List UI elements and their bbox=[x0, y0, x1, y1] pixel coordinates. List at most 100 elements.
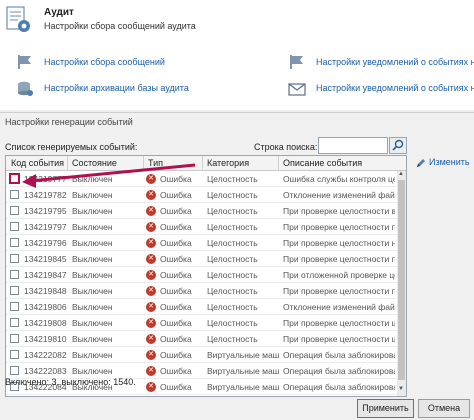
event-type: Ошибка bbox=[160, 190, 192, 200]
row-checkbox[interactable] bbox=[10, 190, 19, 199]
event-notifications-link-1[interactable]: Настройки уведомлений о событиях на bbox=[316, 57, 474, 67]
table-row[interactable]: 134219845 Выключен ✕ Ошибка Целостность При п… bbox=[6, 251, 397, 267]
column-header-category[interactable]: Категория bbox=[207, 158, 249, 168]
event-description: Операция была заблокирова bbox=[283, 350, 395, 360]
event-category: Целостность bbox=[207, 286, 258, 296]
event-type: Ошибка bbox=[160, 270, 192, 280]
event-type: Ошибка bbox=[160, 206, 192, 216]
vertical-scrollbar[interactable]: ▲ ▼ bbox=[397, 171, 406, 396]
event-state: Выключен bbox=[72, 318, 113, 328]
row-checkbox[interactable] bbox=[10, 222, 19, 231]
event-description: При проверке целостности ша bbox=[283, 318, 395, 328]
event-description: При отложенной проверке це bbox=[283, 270, 395, 280]
event-description: Отклонение изменений файла %1 bbox=[283, 190, 395, 200]
events-table: Код события Состояние Тип Категория Опис… bbox=[5, 155, 407, 397]
audit-panel: Аудит Настройки сбора сообщений аудита Н… bbox=[0, 0, 474, 110]
error-icon: ✕ bbox=[146, 206, 156, 216]
error-icon: ✕ bbox=[146, 302, 156, 312]
dialog-title: Настройки генерации событий bbox=[5, 117, 133, 127]
edit-button[interactable]: Изменить bbox=[415, 157, 470, 171]
event-state: Выключен bbox=[72, 222, 113, 232]
archive-settings-link[interactable]: Настройки архивации базы аудита bbox=[44, 83, 189, 93]
event-code: 134219845 bbox=[24, 254, 67, 264]
event-category: Целостность bbox=[207, 174, 258, 184]
collection-settings-link[interactable]: Настройки сбора сообщений bbox=[44, 57, 165, 67]
error-icon: ✕ bbox=[146, 254, 156, 264]
table-row[interactable]: 134219810 Выключен ✕ Ошибка Целостность При п… bbox=[6, 331, 397, 347]
mail-icon bbox=[288, 83, 306, 96]
event-description: Операция была заблокирова bbox=[283, 366, 395, 376]
row-checkbox[interactable] bbox=[10, 318, 19, 327]
table-row[interactable]: 134219806 Выключен ✕ Ошибка Целостность Откло… bbox=[6, 299, 397, 315]
event-category: Виртуальные машины bbox=[207, 350, 279, 360]
event-code: 134219795 bbox=[24, 206, 67, 216]
pencil-icon bbox=[417, 159, 425, 167]
event-list-label: Список генерируемых событий: bbox=[5, 142, 138, 152]
row-checkbox[interactable] bbox=[10, 334, 19, 343]
event-state: Выключен bbox=[72, 334, 113, 344]
error-icon: ✕ bbox=[146, 270, 156, 280]
error-icon: ✕ bbox=[146, 190, 156, 200]
event-category: Целостность bbox=[207, 238, 258, 248]
notification-flag-icon bbox=[290, 55, 303, 69]
event-description: Отклонение изменений файла bbox=[283, 302, 395, 312]
search-button[interactable] bbox=[389, 137, 407, 154]
event-type: Ошибка bbox=[160, 334, 192, 344]
event-type: Ошибка bbox=[160, 254, 192, 264]
event-category: Целостность bbox=[207, 222, 258, 232]
table-row[interactable]: 134219847 Выключен ✕ Ошибка Целостность При о… bbox=[6, 267, 397, 283]
row-checkbox[interactable] bbox=[10, 270, 19, 279]
event-code: 134219810 bbox=[24, 334, 67, 344]
event-code: 134219806 bbox=[24, 302, 67, 312]
event-state: Выключен bbox=[72, 302, 113, 312]
page-subtitle: Настройки сбора сообщений аудита bbox=[44, 21, 196, 31]
event-description: Ошибка службы контроля це bbox=[283, 174, 395, 184]
event-description: При проверке целостности ша bbox=[283, 334, 395, 344]
cancel-button[interactable]: Отмена bbox=[418, 399, 470, 418]
row-checkbox[interactable] bbox=[10, 238, 19, 247]
event-category: Целостность bbox=[207, 270, 258, 280]
event-type: Ошибка bbox=[160, 366, 192, 376]
event-code: 134219796 bbox=[24, 238, 67, 248]
event-state: Выключен bbox=[72, 238, 113, 248]
event-description: При проверке целостности пр bbox=[283, 286, 395, 296]
audit-gear-icon bbox=[6, 6, 30, 32]
event-state: Выключен bbox=[72, 254, 113, 264]
error-icon: ✕ bbox=[146, 286, 156, 296]
event-description: При проверке целостности пр bbox=[283, 254, 395, 264]
event-type: Ошибка bbox=[160, 382, 192, 392]
event-type: Ошибка bbox=[160, 318, 192, 328]
event-type: Ошибка bbox=[160, 350, 192, 360]
row-checkbox[interactable] bbox=[10, 366, 19, 375]
row-checkbox[interactable] bbox=[10, 254, 19, 263]
column-header-description[interactable]: Описание события bbox=[283, 158, 362, 168]
table-row[interactable]: 134222082 Выключен ✕ Ошибка Виртуальные маши… bbox=[6, 347, 397, 363]
event-notifications-link-2[interactable]: Настройки уведомлений о событиях на bbox=[316, 83, 474, 93]
event-description: При проверке целостности на bbox=[283, 238, 395, 248]
event-category: Целостность bbox=[207, 334, 258, 344]
event-code: 134219782 bbox=[24, 190, 67, 200]
annotation-arrow bbox=[22, 163, 196, 188]
event-state: Выключен bbox=[72, 206, 113, 216]
search-label: Строка поиска: bbox=[254, 142, 318, 152]
event-state: Выключен bbox=[72, 366, 113, 376]
table-row[interactable]: 134219808 Выключен ✕ Ошибка Целостность При п… bbox=[6, 315, 397, 331]
table-row[interactable]: 134219848 Выключен ✕ Ошибка Целостность При п… bbox=[6, 283, 397, 299]
event-code: 134219848 bbox=[24, 286, 67, 296]
database-icon bbox=[18, 81, 33, 96]
row-checkbox[interactable] bbox=[10, 206, 19, 215]
error-icon: ✕ bbox=[146, 366, 156, 376]
table-row[interactable]: 134219795 Выключен ✕ Ошибка Целостность При п… bbox=[6, 203, 397, 219]
search-input[interactable] bbox=[318, 137, 388, 154]
row-checkbox[interactable] bbox=[10, 350, 19, 359]
flag-icon bbox=[18, 55, 31, 69]
apply-button[interactable]: Применить bbox=[357, 399, 414, 418]
table-row[interactable]: 134219797 Выключен ✕ Ошибка Целостность При п… bbox=[6, 219, 397, 235]
event-code: 134219808 bbox=[24, 318, 67, 328]
table-row[interactable]: 134219796 Выключен ✕ Ошибка Целостность При п… bbox=[6, 235, 397, 251]
error-icon: ✕ bbox=[146, 222, 156, 232]
event-code: 134219797 bbox=[24, 222, 67, 232]
event-category: Виртуальные машины bbox=[207, 382, 279, 392]
row-checkbox[interactable] bbox=[10, 286, 19, 295]
row-checkbox[interactable] bbox=[10, 302, 19, 311]
